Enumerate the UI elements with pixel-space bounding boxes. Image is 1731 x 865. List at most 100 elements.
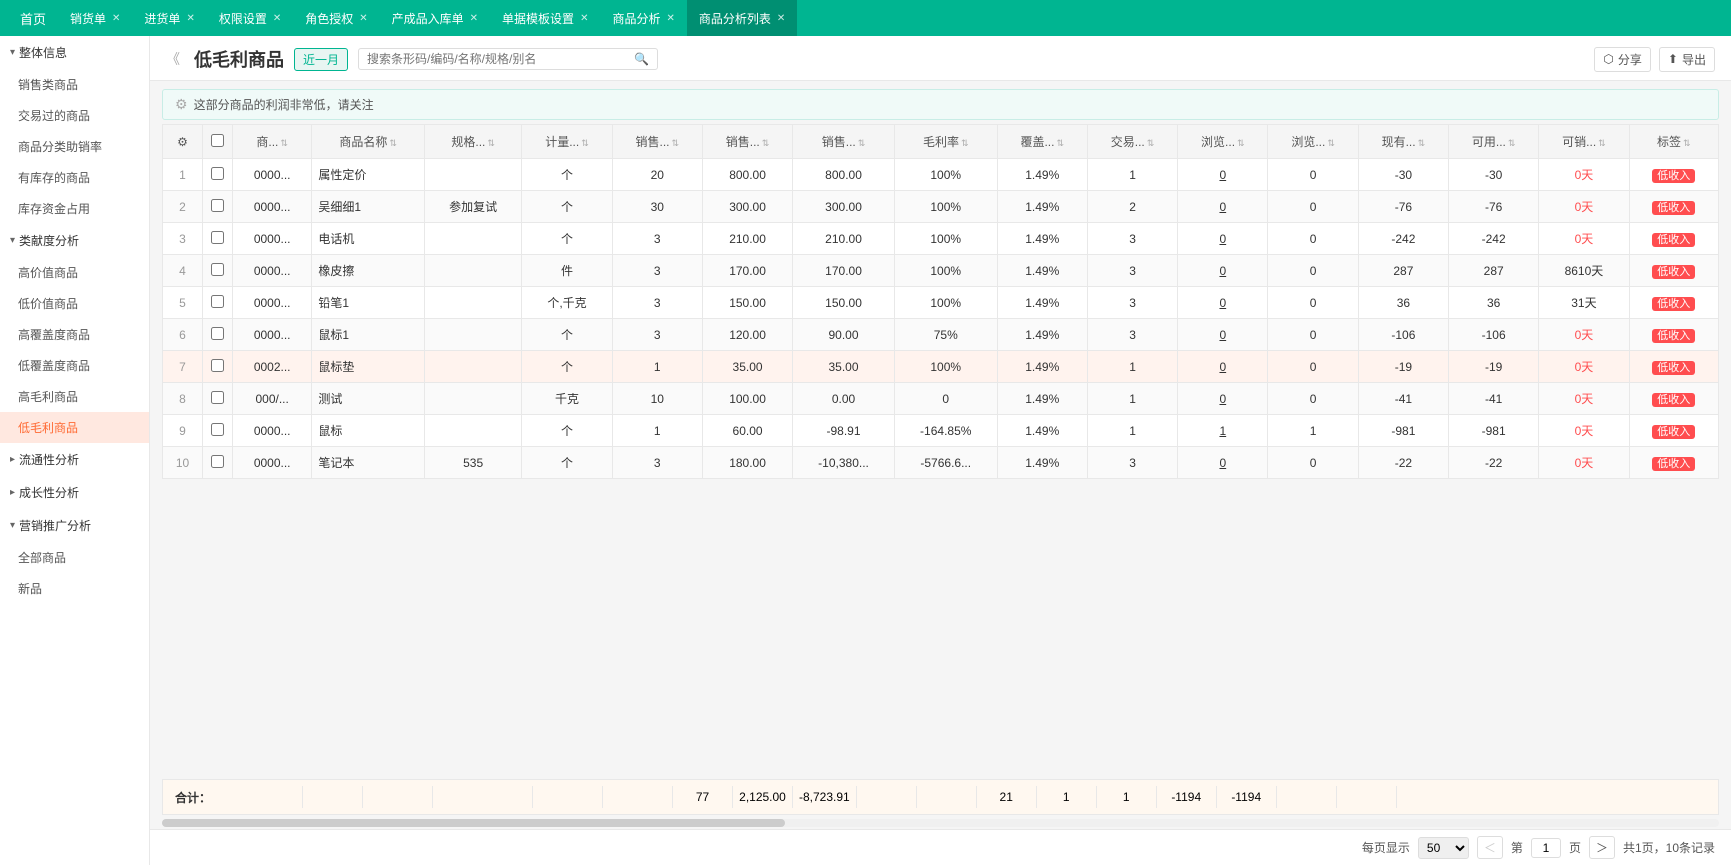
row-checkbox[interactable] [211, 167, 224, 180]
row-checkbox[interactable] [211, 263, 224, 276]
horizontal-scrollbar[interactable] [162, 819, 1719, 827]
col-tag-header[interactable]: 标签⇅ [1629, 125, 1718, 159]
row-browse1[interactable]: 1 [1178, 415, 1268, 447]
row-checkbox[interactable] [211, 199, 224, 212]
share-button[interactable]: ⬡ 分享 [1594, 47, 1651, 72]
row-name[interactable]: 属性定价 [312, 159, 425, 191]
sidebar-item-low-margin[interactable]: 低毛利商品 [0, 412, 149, 443]
sidebar-item-low-coverage[interactable]: 低覆盖度商品 [0, 350, 149, 381]
row-browse1[interactable]: 0 [1178, 351, 1268, 383]
col-code-header[interactable]: 商...⇅ [233, 125, 312, 159]
nav-template-close[interactable]: ✕ [580, 13, 588, 24]
row-checkbox[interactable] [211, 295, 224, 308]
row-checkbox[interactable] [211, 231, 224, 244]
col-browse1-header[interactable]: 浏览...⇅ [1178, 125, 1268, 159]
row-checkbox[interactable] [211, 423, 224, 436]
row-name[interactable]: 鼠标垫 [312, 351, 425, 383]
sidebar-group-contribution[interactable]: ▾ 类献度分析 [0, 224, 149, 257]
row-browse1[interactable]: 0 [1178, 319, 1268, 351]
search-input[interactable] [367, 52, 634, 66]
col-settings[interactable]: ⚙ [163, 125, 203, 159]
row-name[interactable]: 笔记本 [312, 447, 425, 479]
row-checkbox-cell[interactable] [203, 159, 233, 191]
sidebar-group-overall[interactable]: ▾ 整体信息 [0, 36, 149, 69]
nav-analysis-list[interactable]: 商品分析列表 ✕ [687, 0, 797, 36]
prev-page-button[interactable]: ＜ [1477, 836, 1503, 859]
col-browse2-header[interactable]: 浏览...⇅ [1268, 125, 1358, 159]
row-browse1[interactable]: 0 [1178, 287, 1268, 319]
search-icon[interactable]: 🔍 [634, 52, 649, 66]
row-checkbox[interactable] [211, 327, 224, 340]
nav-purchase-close[interactable]: ✕ [186, 13, 194, 24]
row-name[interactable]: 测试 [312, 383, 425, 415]
col-name-header[interactable]: 商品名称⇅ [312, 125, 425, 159]
sidebar-group-growth[interactable]: ▸ 成长性分析 [0, 476, 149, 509]
row-checkbox-cell[interactable] [203, 319, 233, 351]
col-margin-header[interactable]: 毛利率⇅ [894, 125, 997, 159]
next-page-button[interactable]: ＞ [1589, 836, 1615, 859]
col-current-header[interactable]: 现有...⇅ [1358, 125, 1448, 159]
nav-roles[interactable]: 角色授权 ✕ [293, 0, 379, 36]
row-browse1[interactable]: 0 [1178, 255, 1268, 287]
sidebar-group-marketing[interactable]: ▾ 营销推广分析 [0, 509, 149, 542]
row-checkbox[interactable] [211, 455, 224, 468]
row-checkbox-cell[interactable] [203, 223, 233, 255]
row-name[interactable]: 橡皮擦 [312, 255, 425, 287]
row-name[interactable]: 鼠标 [312, 415, 425, 447]
row-checkbox-cell[interactable] [203, 351, 233, 383]
row-checkbox[interactable] [211, 391, 224, 404]
filter-recent-month-button[interactable]: 近一月 [294, 48, 348, 71]
page-number-input[interactable] [1531, 838, 1561, 858]
scrollbar-thumb[interactable] [162, 819, 785, 827]
export-button[interactable]: ⬆ 导出 [1659, 47, 1715, 72]
row-checkbox-cell[interactable] [203, 191, 233, 223]
table-container[interactable]: ⚙ 商...⇅ 商品名称⇅ 规格...⇅ 计量...⇅ 销售...⇅ 销售...… [162, 124, 1719, 775]
nav-analysis-close[interactable]: ✕ [666, 13, 674, 24]
nav-permissions-close[interactable]: ✕ [273, 13, 281, 24]
nav-analysis[interactable]: 商品分析 ✕ [600, 0, 686, 36]
sidebar-item-high-value[interactable]: 高价值商品 [0, 257, 149, 288]
nav-stock[interactable]: 产成品入库单 ✕ [380, 0, 490, 36]
col-trade-header[interactable]: 交易...⇅ [1087, 125, 1177, 159]
row-name[interactable]: 铅笔1 [312, 287, 425, 319]
col-cover-header[interactable]: 覆盖...⇅ [997, 125, 1087, 159]
sidebar-item-sales-goods[interactable]: 销售类商品 [0, 69, 149, 100]
col-s3-header[interactable]: 销售...⇅ [793, 125, 895, 159]
row-checkbox-cell[interactable] [203, 255, 233, 287]
row-name[interactable]: 电话机 [312, 223, 425, 255]
col-unit-header[interactable]: 计量...⇅ [522, 125, 612, 159]
row-checkbox-cell[interactable] [203, 415, 233, 447]
nav-analysis-list-close[interactable]: ✕ [777, 13, 785, 24]
sidebar-item-category-rate[interactable]: 商品分类助销率 [0, 131, 149, 162]
page-size-select[interactable]: 50 100 200 [1418, 837, 1469, 859]
row-browse1[interactable]: 0 [1178, 191, 1268, 223]
sidebar-item-low-value[interactable]: 低价值商品 [0, 288, 149, 319]
col-s2-header[interactable]: 销售...⇅ [702, 125, 792, 159]
row-name[interactable]: 吴细细1 [312, 191, 425, 223]
nav-sales-close[interactable]: ✕ [112, 13, 120, 24]
row-checkbox[interactable] [211, 359, 224, 372]
sidebar-group-circulation[interactable]: ▸ 流通性分析 [0, 443, 149, 476]
sidebar-item-traded-goods[interactable]: 交易过的商品 [0, 100, 149, 131]
sidebar-item-stocked-goods[interactable]: 有库存的商品 [0, 162, 149, 193]
nav-roles-close[interactable]: ✕ [359, 13, 367, 24]
row-checkbox-cell[interactable] [203, 383, 233, 415]
nav-sales[interactable]: 销货单 ✕ [58, 0, 132, 36]
row-browse1[interactable]: 0 [1178, 447, 1268, 479]
row-checkbox-cell[interactable] [203, 447, 233, 479]
col-spec-header[interactable]: 规格...⇅ [424, 125, 521, 159]
row-name[interactable]: 鼠标1 [312, 319, 425, 351]
select-all-checkbox[interactable] [211, 134, 224, 147]
nav-stock-close[interactable]: ✕ [470, 13, 478, 24]
nav-purchase[interactable]: 进货单 ✕ [132, 0, 206, 36]
sidebar-item-inventory-capital[interactable]: 库存资金占用 [0, 193, 149, 224]
nav-home[interactable]: 首页 [8, 0, 58, 36]
row-checkbox-cell[interactable] [203, 287, 233, 319]
sidebar-collapse-button[interactable]: 《 [166, 49, 180, 69]
sidebar-item-new-goods[interactable]: 新品 [0, 573, 149, 604]
col-s1-header[interactable]: 销售...⇅ [612, 125, 702, 159]
sidebar-item-high-coverage[interactable]: 高覆盖度商品 [0, 319, 149, 350]
row-browse1[interactable]: 0 [1178, 223, 1268, 255]
row-browse1[interactable]: 0 [1178, 159, 1268, 191]
nav-template[interactable]: 单据模板设置 ✕ [490, 0, 600, 36]
